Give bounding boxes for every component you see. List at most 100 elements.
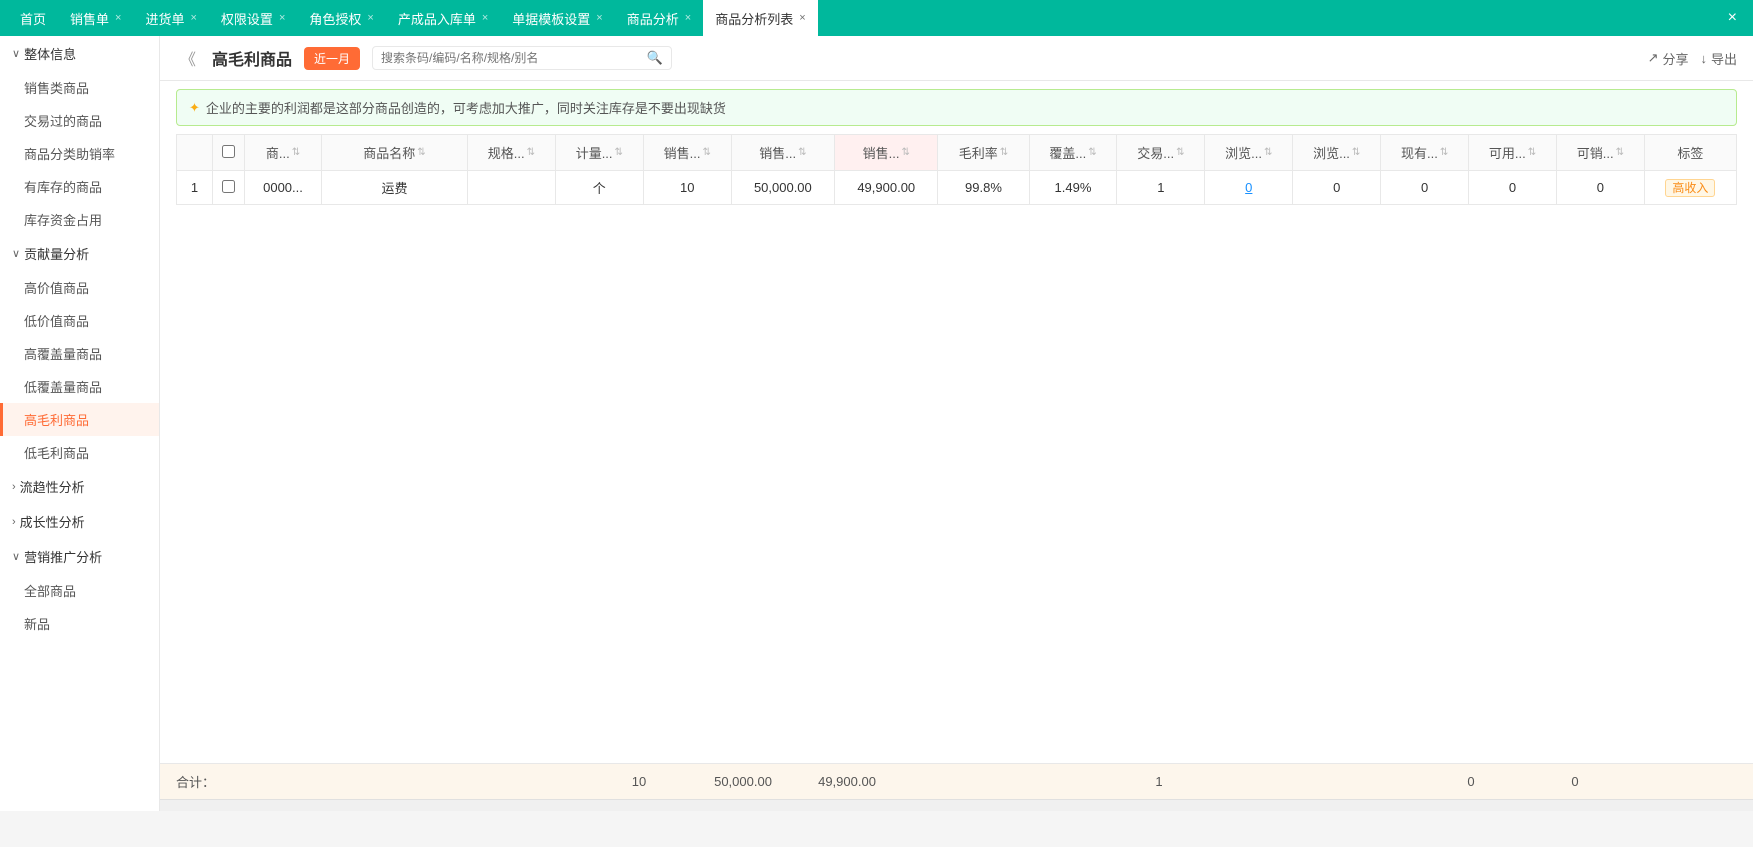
cell-spec	[467, 171, 555, 205]
sidebar-item-high-coverage[interactable]: 高覆盖量商品	[0, 337, 159, 370]
arrow-down-icon: ∨	[12, 247, 20, 260]
nav-tab-template[interactable]: 单据模板设置 ×	[500, 0, 614, 36]
footer-sales-amount: 50,000.00	[703, 774, 783, 789]
sidebar-item-low-coverage[interactable]: 低覆盖量商品	[0, 370, 159, 403]
arrow-down-icon: ∨	[12, 47, 20, 60]
footer-available-stock: 0	[1535, 774, 1615, 789]
sidebar-item-low-margin[interactable]: 低毛利商品	[0, 436, 159, 469]
cell-unit: 个	[555, 171, 643, 205]
nav-tab-product-inbound[interactable]: 产成品入库单 ×	[386, 0, 500, 36]
horizontal-scrollbar[interactable]	[160, 799, 1753, 811]
table-header-row: 商... ⇅ 商品名称 ⇅ 规格...	[177, 135, 1737, 171]
sidebar-item-new-goods[interactable]: 新品	[0, 607, 159, 640]
col-transaction[interactable]: 交易... ⇅	[1117, 135, 1205, 171]
footer-label: 合计：	[176, 772, 215, 791]
col-name[interactable]: 商品名称 ⇅	[322, 135, 468, 171]
row-checkbox[interactable]	[222, 180, 235, 193]
sidebar-item-traded-goods[interactable]: 交易过的商品	[0, 104, 159, 137]
sort-icon: ⇅	[527, 147, 535, 158]
cell-gross-margin: 99.8%	[938, 171, 1029, 205]
sidebar-item-category-rate[interactable]: 商品分类助销率	[0, 137, 159, 170]
sort-icon: ⇅	[292, 147, 300, 158]
sidebar-item-in-stock-goods[interactable]: 有库存的商品	[0, 170, 159, 203]
top-nav: 首页 销售单 × 进货单 × 权限设置 × 角色授权 × 产成品入库单 × 单据…	[0, 0, 1753, 36]
sort-icon: ⇅	[1264, 147, 1272, 158]
sort-icon: ⇅	[1440, 147, 1448, 158]
close-icon[interactable]: ×	[190, 12, 196, 24]
close-icon[interactable]: ×	[685, 12, 691, 24]
cell-sales-qty: 10	[643, 171, 731, 205]
col-gross-margin[interactable]: 毛利率 ⇅	[938, 135, 1029, 171]
nav-tab-permissions[interactable]: 权限设置 ×	[209, 0, 297, 36]
cell-sellable-stock: 0	[1556, 171, 1644, 205]
info-text: 企业的主要的利润都是这部分商品创造的，可考虑加大推广，同时关注库存是不要出现缺货	[206, 98, 726, 117]
col-tag: 标签	[1644, 135, 1736, 171]
collapse-button[interactable]: 《	[176, 44, 200, 72]
sidebar-item-stock-capital[interactable]: 库存资金占用	[0, 203, 159, 236]
search-icon[interactable]: 🔍	[647, 50, 663, 66]
close-icon[interactable]: ×	[115, 12, 121, 24]
arrow-right-icon: ›	[12, 516, 16, 528]
col-unit[interactable]: 计量... ⇅	[555, 135, 643, 171]
nav-tab-role[interactable]: 角色授权 ×	[297, 0, 385, 36]
nav-tab-purchase[interactable]: 进货单 ×	[133, 0, 208, 36]
close-icon[interactable]: ×	[367, 12, 373, 24]
sidebar-item-sales-goods[interactable]: 销售类商品	[0, 71, 159, 104]
select-all-checkbox[interactable]	[222, 145, 235, 158]
table-wrapper: 商... ⇅ 商品名称 ⇅ 规格...	[160, 134, 1753, 763]
sidebar-item-low-value[interactable]: 低价值商品	[0, 304, 159, 337]
nav-tab-analysis[interactable]: 商品分析 ×	[615, 0, 703, 36]
close-icon[interactable]: ×	[279, 12, 285, 24]
col-coverage[interactable]: 覆盖... ⇅	[1029, 135, 1117, 171]
footer-sales-profit: 49,900.00	[807, 774, 887, 789]
sidebar: ∨ 整体信息 销售类商品 交易过的商品 商品分类助销率 有库存的商品 库存资金占…	[0, 36, 160, 811]
sidebar-group-contribution[interactable]: ∨ 贡献量分析	[0, 236, 159, 271]
filter-button[interactable]: 近一月	[304, 47, 360, 70]
col-code[interactable]: 商... ⇅	[245, 135, 322, 171]
nav-tab-analysis-list[interactable]: 商品分析列表 ×	[703, 0, 817, 36]
footer-current-stock: 0	[1431, 774, 1511, 789]
search-input[interactable]	[381, 51, 647, 65]
cell-sales-profit: 49,900.00	[835, 171, 938, 205]
sidebar-item-all-goods[interactable]: 全部商品	[0, 574, 159, 607]
cell-name: 运费	[322, 171, 468, 205]
window-close-button[interactable]: ×	[1720, 9, 1745, 27]
sidebar-group-growth[interactable]: › 成长性分析	[0, 504, 159, 539]
close-icon[interactable]: ×	[799, 12, 805, 24]
sidebar-group-trend[interactable]: › 流趋性分析	[0, 469, 159, 504]
col-view2[interactable]: 浏览... ⇅	[1293, 135, 1381, 171]
sidebar-group-overall[interactable]: ∨ 整体信息	[0, 36, 159, 71]
sort-icon: ⇅	[1616, 147, 1624, 158]
cell-view1[interactable]: 0	[1205, 171, 1293, 205]
col-sellable-stock[interactable]: 可销... ⇅	[1556, 135, 1644, 171]
cell-available-stock: 0	[1469, 171, 1557, 205]
table-row: 1 0000... 运费 个 10 50,000.00 49,900.00 99…	[177, 171, 1737, 205]
export-button[interactable]: ↓ 导出	[1700, 49, 1737, 68]
col-sales-amount[interactable]: 销售... ⇅	[731, 135, 834, 171]
sort-icon: ⇅	[1528, 147, 1536, 158]
sidebar-item-high-margin[interactable]: 高毛利商品	[0, 403, 159, 436]
share-button[interactable]: ↗ 分享	[1648, 49, 1689, 68]
sidebar-item-high-value[interactable]: 高价值商品	[0, 271, 159, 304]
cell-transaction: 1	[1117, 171, 1205, 205]
header-actions: ↗ 分享 ↓ 导出	[1648, 49, 1737, 68]
sort-icon: ⇅	[798, 147, 806, 158]
col-available-stock[interactable]: 可用... ⇅	[1469, 135, 1557, 171]
sort-icon: ⇅	[1088, 147, 1096, 158]
col-spec[interactable]: 规格... ⇅	[467, 135, 555, 171]
col-sales-qty[interactable]: 销售... ⇅	[643, 135, 731, 171]
col-view1[interactable]: 浏览... ⇅	[1205, 135, 1293, 171]
main-container: ∨ 整体信息 销售类商品 交易过的商品 商品分类助销率 有库存的商品 库存资金占…	[0, 36, 1753, 811]
col-current-stock[interactable]: 现有... ⇅	[1381, 135, 1469, 171]
close-icon[interactable]: ×	[482, 12, 488, 24]
col-sales-profit[interactable]: 销售... ⇅	[835, 135, 938, 171]
col-checkbox	[213, 135, 245, 171]
cell-index: 1	[177, 171, 213, 205]
table-footer: 合计： 10 50,000.00 49,900.00 1 0 0	[160, 763, 1753, 799]
content-area: 《 高毛利商品 近一月 🔍 ↗ 分享 ↓ 导出 ✦ 企业的主要的利润都是这部	[160, 36, 1753, 811]
nav-tab-sales[interactable]: 销售单 ×	[58, 0, 133, 36]
content-header: 《 高毛利商品 近一月 🔍 ↗ 分享 ↓ 导出	[160, 36, 1753, 81]
nav-tab-home[interactable]: 首页	[8, 0, 58, 36]
sidebar-group-marketing[interactable]: ∨ 营销推广分析	[0, 539, 159, 574]
close-icon[interactable]: ×	[596, 12, 602, 24]
